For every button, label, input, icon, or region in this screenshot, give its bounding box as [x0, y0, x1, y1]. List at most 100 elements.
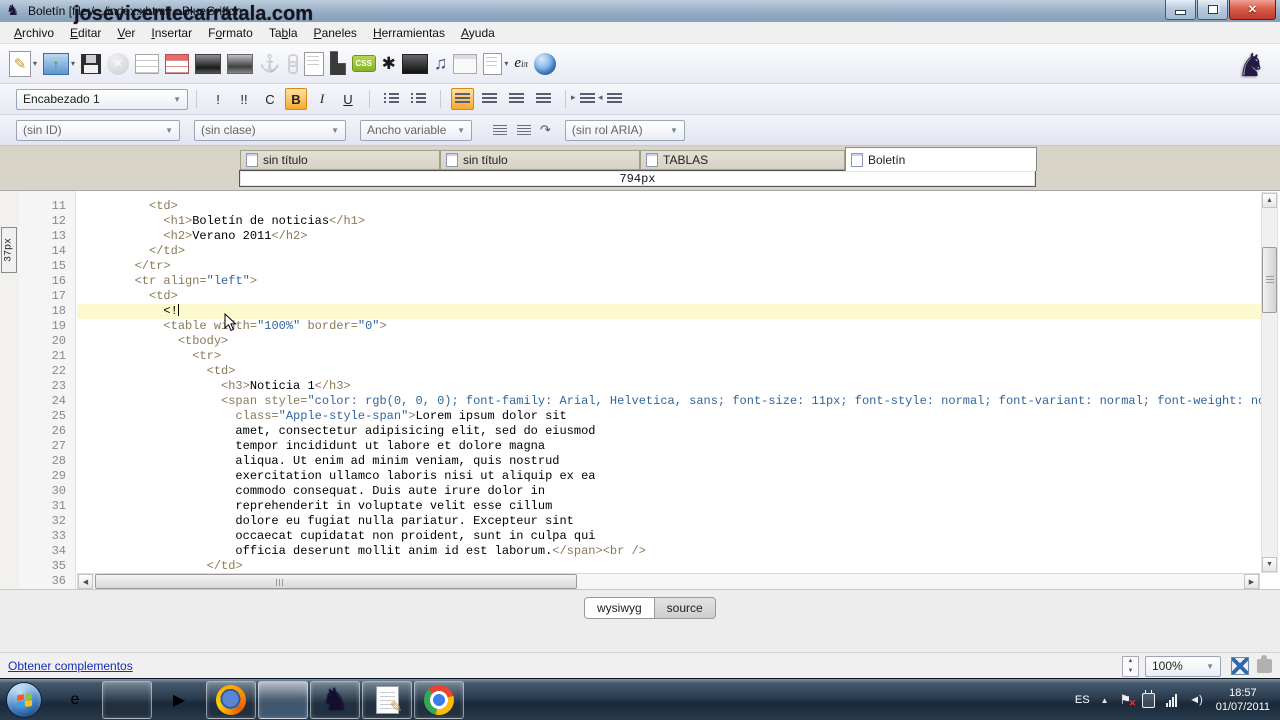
code-line-22[interactable]: <td>	[77, 364, 1261, 379]
rotate-icon[interactable]: ↷	[540, 122, 551, 138]
taskbar-firefox-button[interactable]	[206, 680, 256, 719]
aria-role-select[interactable]: (sin rol ARIA) ▼	[564, 119, 685, 141]
code-line-20[interactable]: <tbody>	[77, 334, 1261, 349]
clock[interactable]: 18:57 01/07/2011	[1216, 686, 1270, 714]
zoom-select[interactable]: 100% ▼	[1145, 655, 1221, 677]
css-editor-button[interactable]: CSS	[351, 47, 376, 81]
code-line-25[interactable]: class="Apple-style-span">Lorem ipsum dol…	[77, 409, 1261, 424]
vertical-scrollbar[interactable]: ▲ ▼	[1261, 192, 1278, 573]
edit-id-button[interactable]	[304, 47, 325, 81]
align-right-button[interactable]	[505, 88, 528, 110]
fullscreen-icon[interactable]	[1231, 657, 1249, 675]
dropdown-caret-icon[interactable]: ▾	[504, 59, 508, 68]
code-line-23[interactable]: <h3>Noticia 1</h3>	[77, 379, 1261, 394]
line-style-icon-1[interactable]	[493, 125, 507, 135]
table-properties-button[interactable]	[165, 47, 190, 81]
justify-button[interactable]	[532, 88, 555, 110]
outdent-button[interactable]	[598, 88, 626, 110]
width-select[interactable]: Ancho variable ▼	[360, 119, 472, 141]
id-select[interactable]: (sin ID) ▼	[16, 119, 180, 141]
code-line-24[interactable]: <span style="color: rgb(0, 0, 0); font-f…	[77, 394, 1261, 409]
code-line-29[interactable]: exercitation ullamco laboris nisi ut ali…	[77, 469, 1261, 484]
link-button[interactable]	[286, 47, 299, 81]
insert-math-button[interactable]: e iπ	[514, 47, 528, 81]
stepper-down-icon[interactable]: ▼	[1123, 666, 1138, 676]
scroll-left-button[interactable]: ◀	[78, 574, 93, 589]
minimize-button[interactable]	[1165, 0, 1196, 20]
power-icon[interactable]	[1142, 689, 1156, 708]
insert-image-button[interactable]	[195, 47, 222, 81]
insert-audio-button[interactable]: ♫	[434, 47, 448, 81]
code-line-21[interactable]: <tr>	[77, 349, 1261, 364]
stop-button[interactable]: ✕	[107, 47, 130, 81]
line-style-icon-2[interactable]	[517, 125, 531, 135]
code-line-35[interactable]: </td>	[77, 559, 1261, 573]
zoom-stepper[interactable]: ▲ ▼	[1122, 655, 1139, 677]
taskbar-media-player-button[interactable]: ▶	[154, 681, 204, 719]
new-document-button[interactable]: ✎ ▾	[9, 47, 37, 81]
anchor-button[interactable]: ⚓	[259, 47, 280, 81]
code-line-28[interactable]: aliqua. Ut enim ad minim veniam, quis no…	[77, 454, 1261, 469]
menu-item-editar[interactable]: Editar	[62, 24, 109, 42]
insert-form-button[interactable]: ▾	[483, 47, 508, 81]
source-editor[interactable]: 37px 11 12 13 14 15 16 17 18 19 20 21 22 23 24 25 26 27 2…	[0, 190, 1280, 590]
close-button[interactable]: ✕	[1229, 0, 1276, 20]
get-addons-link[interactable]: Obtener complementos	[8, 659, 133, 673]
paragraph-style-select[interactable]: Encabezado 1 ▼	[16, 88, 188, 110]
code-line-17[interactable]: <td>	[77, 289, 1261, 304]
numbered-list-button[interactable]	[407, 88, 430, 110]
start-button[interactable]	[6, 681, 42, 718]
source-view-button[interactable]: source	[654, 597, 716, 619]
code-line-16[interactable]: <tr align="left">	[77, 274, 1261, 289]
tab-sin-título-1[interactable]: sin título	[440, 150, 640, 170]
code-line-12[interactable]: <h1>Boletín de noticias</h1>	[77, 214, 1261, 229]
underline-button[interactable]: U	[337, 88, 359, 110]
menu-item-ayuda[interactable]: Ayuda	[453, 24, 503, 42]
italic-button[interactable]: I	[311, 88, 333, 110]
horizontal-scroll-thumb[interactable]	[95, 574, 577, 589]
dropdown-caret-icon[interactable]: ▾	[33, 59, 37, 68]
action-center-flag-icon[interactable]: ⚑ ✕	[1120, 692, 1137, 708]
wysiwyg-view-button[interactable]: wysiwyg	[584, 597, 655, 619]
scroll-right-button[interactable]: ▶	[1244, 574, 1259, 589]
insert-table-button[interactable]	[135, 47, 160, 81]
code-line-15[interactable]: </tr>	[77, 259, 1261, 274]
align-center-button[interactable]	[478, 88, 501, 110]
blocks-button[interactable]: ▙	[330, 47, 345, 81]
taskbar-chrome-button[interactable]	[414, 680, 464, 719]
taskbar-internet-explorer-button[interactable]: e	[50, 681, 100, 719]
tab-tablas-2[interactable]: TABLAS	[640, 150, 845, 170]
special-character-button[interactable]: ✱	[382, 47, 396, 81]
menu-item-archivo[interactable]: Archivo	[6, 24, 62, 42]
code-line-13[interactable]: <h2>Verano 2011</h2>	[77, 229, 1261, 244]
open-file-button[interactable]: ↑ ▾	[43, 47, 75, 81]
taskbar-notepad-button[interactable]	[362, 680, 412, 719]
image-properties-button[interactable]	[227, 47, 254, 81]
code-lines[interactable]: <td> <h1>Boletín de noticias</h1> <h2>Ve…	[77, 191, 1261, 573]
code-line-34[interactable]: officia deserunt mollit anim id est labo…	[77, 544, 1261, 559]
network-signal-icon[interactable]	[1166, 693, 1178, 707]
taskbar-screen-recorder-button[interactable]	[258, 680, 308, 719]
code-line-32[interactable]: dolore eu fugiat nulla pariatur. Excepte…	[77, 514, 1261, 529]
insert-frame-button[interactable]	[453, 47, 478, 81]
align-left-button[interactable]	[451, 88, 474, 110]
scroll-down-button[interactable]: ▼	[1262, 557, 1277, 572]
taskbar-windows-explorer-button[interactable]	[102, 680, 152, 719]
scroll-up-button[interactable]: ▲	[1262, 193, 1277, 208]
menu-item-paneles[interactable]: Paneles	[306, 24, 365, 42]
menu-item-insertar[interactable]: Insertar	[143, 24, 200, 42]
language-indicator[interactable]: ES	[1075, 694, 1090, 706]
save-button[interactable]	[81, 47, 102, 81]
tab-sin-título-0[interactable]: sin título	[240, 150, 440, 170]
emphasis-button[interactable]: !	[207, 88, 229, 110]
bold-button[interactable]: B	[285, 88, 307, 110]
code-line-26[interactable]: amet, consectetur adipisicing elit, sed …	[77, 424, 1261, 439]
dropdown-caret-icon[interactable]: ▾	[71, 59, 75, 68]
code-line-33[interactable]: occaecat cupidatat non proident, sunt in…	[77, 529, 1261, 544]
restore-button[interactable]	[1197, 0, 1228, 20]
class-select[interactable]: (sin clase) ▼	[194, 119, 346, 141]
code-line-30[interactable]: commodo consequat. Duis aute irure dolor…	[77, 484, 1261, 499]
menu-item-tabla[interactable]: Tabla	[261, 24, 306, 42]
code-line-19[interactable]: <table width="100%" border="0">	[77, 319, 1261, 334]
addons-puzzle-icon[interactable]	[1257, 655, 1272, 673]
